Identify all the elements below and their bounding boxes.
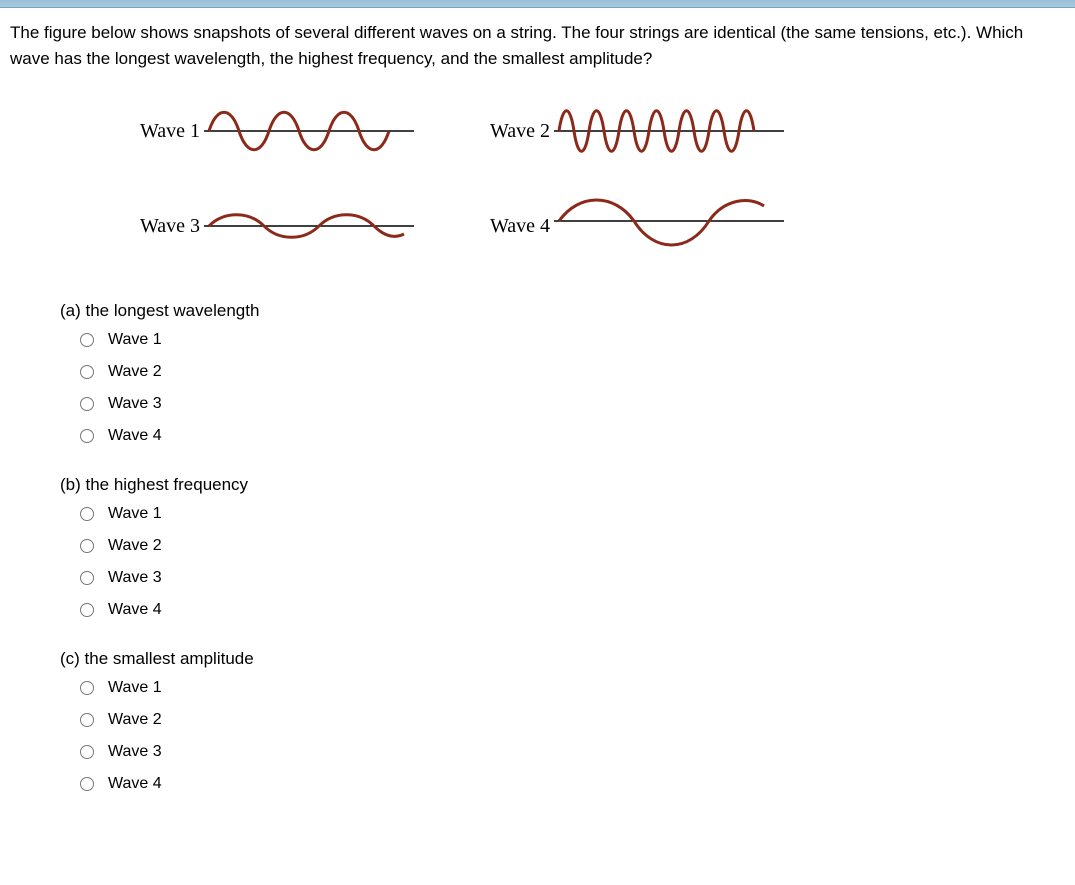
wave-figures: Wave 1 Wave 2 Wave 3 Wave 4: [140, 101, 1065, 261]
wave-2-svg: [554, 101, 784, 161]
section-a-title: (a) the longest wavelength: [60, 301, 1065, 321]
section-b-option-1[interactable]: Wave 1: [80, 505, 1065, 523]
wave-2-label: Wave 2: [490, 120, 550, 143]
radio-b-4-label: Wave 4: [108, 601, 162, 619]
radio-c-1-label: Wave 1: [108, 679, 162, 697]
section-b: (b) the highest frequency Wave 1 Wave 2 …: [60, 475, 1065, 619]
radio-a-1[interactable]: [80, 333, 94, 347]
radio-c-3-label: Wave 3: [108, 743, 162, 761]
wave-1-block: Wave 1: [140, 101, 460, 161]
radio-b-4[interactable]: [80, 603, 94, 617]
radio-c-2[interactable]: [80, 713, 94, 727]
radio-a-2-label: Wave 2: [108, 363, 162, 381]
section-a: (a) the longest wavelength Wave 1 Wave 2…: [60, 301, 1065, 445]
wave-3-block: Wave 3: [140, 191, 460, 261]
section-a-option-3[interactable]: Wave 3: [80, 395, 1065, 413]
section-b-option-4[interactable]: Wave 4: [80, 601, 1065, 619]
radio-a-4-label: Wave 4: [108, 427, 162, 445]
radio-a-2[interactable]: [80, 365, 94, 379]
wave-4-svg: [554, 191, 784, 261]
radio-b-1-label: Wave 1: [108, 505, 162, 523]
radio-c-4-label: Wave 4: [108, 775, 162, 793]
section-c-option-1[interactable]: Wave 1: [80, 679, 1065, 697]
radio-b-3-label: Wave 3: [108, 569, 162, 587]
section-a-option-1[interactable]: Wave 1: [80, 331, 1065, 349]
radio-a-1-label: Wave 1: [108, 331, 162, 349]
section-a-option-2[interactable]: Wave 2: [80, 363, 1065, 381]
wave-1-svg: [204, 101, 414, 161]
section-c-option-3[interactable]: Wave 3: [80, 743, 1065, 761]
section-c-title: (c) the smallest amplitude: [60, 649, 1065, 669]
section-b-option-3[interactable]: Wave 3: [80, 569, 1065, 587]
wave-3-label: Wave 3: [140, 215, 200, 238]
top-header-bar: [0, 0, 1075, 8]
wave-2-block: Wave 2: [490, 101, 810, 161]
radio-c-2-label: Wave 2: [108, 711, 162, 729]
radio-b-2[interactable]: [80, 539, 94, 553]
question-content: The figure below shows snapshots of seve…: [0, 8, 1075, 843]
radio-b-1[interactable]: [80, 507, 94, 521]
radio-c-1[interactable]: [80, 681, 94, 695]
wave-4-label: Wave 4: [490, 215, 550, 238]
section-c: (c) the smallest amplitude Wave 1 Wave 2…: [60, 649, 1065, 793]
radio-a-3-label: Wave 3: [108, 395, 162, 413]
wave-3-svg: [204, 201, 414, 251]
radio-a-3[interactable]: [80, 397, 94, 411]
section-c-option-4[interactable]: Wave 4: [80, 775, 1065, 793]
section-b-option-2[interactable]: Wave 2: [80, 537, 1065, 555]
section-a-option-4[interactable]: Wave 4: [80, 427, 1065, 445]
radio-c-4[interactable]: [80, 777, 94, 791]
radio-b-3[interactable]: [80, 571, 94, 585]
radio-c-3[interactable]: [80, 745, 94, 759]
radio-b-2-label: Wave 2: [108, 537, 162, 555]
section-b-title: (b) the highest frequency: [60, 475, 1065, 495]
radio-a-4[interactable]: [80, 429, 94, 443]
section-c-option-2[interactable]: Wave 2: [80, 711, 1065, 729]
wave-4-block: Wave 4: [490, 191, 810, 261]
wave-1-label: Wave 1: [140, 120, 200, 143]
question-prompt: The figure below shows snapshots of seve…: [10, 20, 1065, 71]
